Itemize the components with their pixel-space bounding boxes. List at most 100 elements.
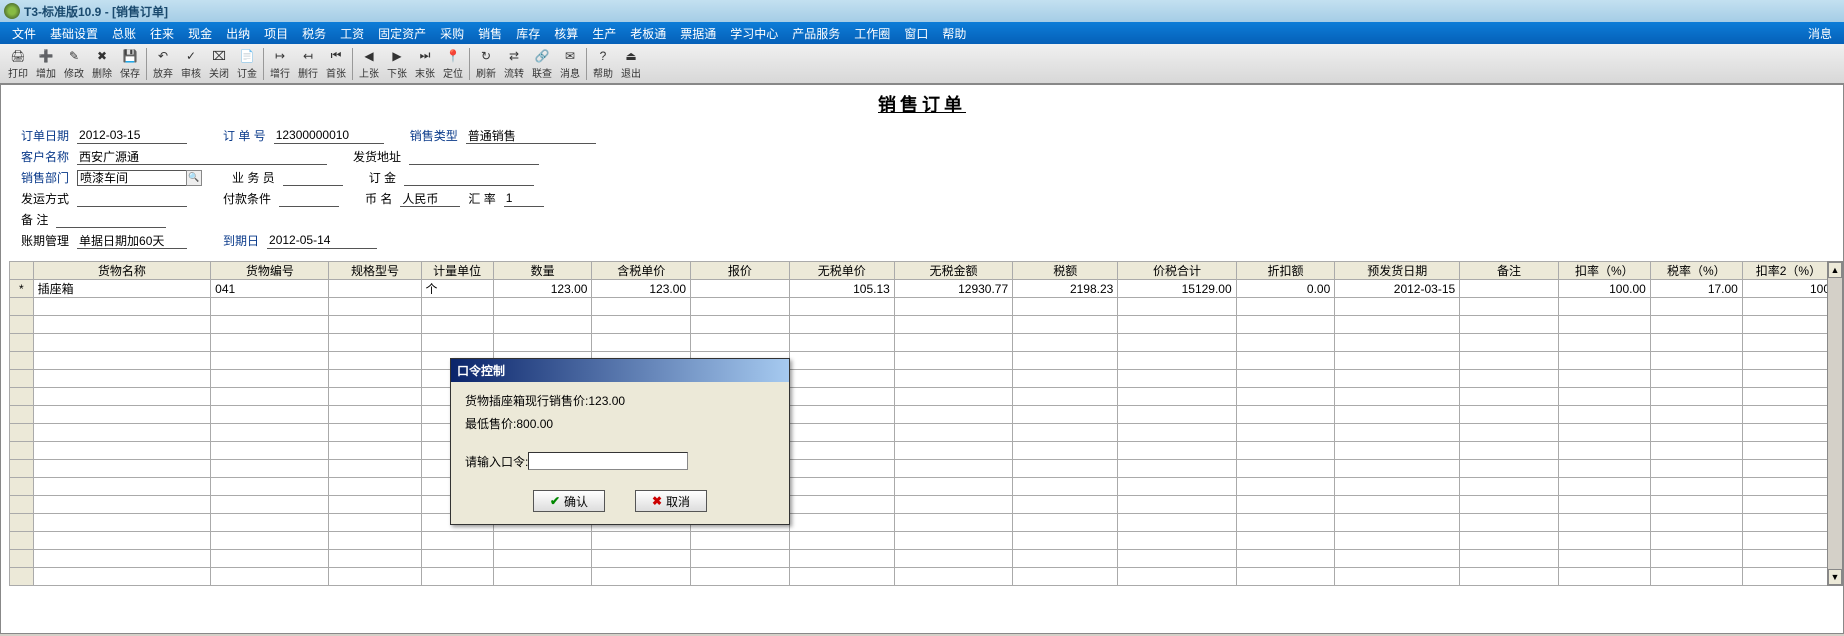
menu-item-4[interactable]: 现金 bbox=[182, 23, 218, 44]
grid-cell[interactable] bbox=[789, 442, 894, 460]
grid-cell[interactable] bbox=[1013, 334, 1118, 352]
grid-cell[interactable] bbox=[211, 550, 329, 568]
ok-button[interactable]: ✔确认 bbox=[533, 490, 605, 512]
grid-cell[interactable] bbox=[1236, 388, 1335, 406]
grid-cell[interactable] bbox=[691, 334, 790, 352]
grid-cell[interactable] bbox=[789, 406, 894, 424]
grid-cell[interactable] bbox=[1650, 568, 1742, 586]
grid-cell[interactable] bbox=[789, 478, 894, 496]
grid-cell[interactable] bbox=[1558, 568, 1650, 586]
tool-修改[interactable]: ✎修改 bbox=[60, 46, 88, 82]
grid-cell[interactable] bbox=[33, 370, 211, 388]
grid-cell[interactable] bbox=[1650, 514, 1742, 532]
grid-cell[interactable] bbox=[1013, 298, 1118, 316]
grid-cell[interactable] bbox=[1236, 424, 1335, 442]
table-row[interactable] bbox=[10, 514, 1835, 532]
table-row[interactable] bbox=[10, 460, 1835, 478]
grid-cell[interactable] bbox=[1335, 424, 1460, 442]
tool-关闭[interactable]: ⌧关闭 bbox=[205, 46, 233, 82]
grid-cell[interactable]: 100.00 bbox=[1558, 280, 1650, 298]
grid-cell[interactable] bbox=[1013, 568, 1118, 586]
grid-cell[interactable] bbox=[1013, 442, 1118, 460]
grid-cell[interactable] bbox=[33, 568, 211, 586]
grid-cell[interactable] bbox=[592, 568, 691, 586]
table-row[interactable]: *插座箱041个123.00123.00105.1312930.772198.2… bbox=[10, 280, 1835, 298]
grid-cell[interactable] bbox=[894, 406, 1012, 424]
tool-保存[interactable]: 💾保存 bbox=[116, 46, 144, 82]
grid-header[interactable]: 无税单价 bbox=[789, 262, 894, 280]
grid-cell[interactable] bbox=[1335, 442, 1460, 460]
grid-cell[interactable] bbox=[329, 280, 421, 298]
grid-cell[interactable] bbox=[1118, 532, 1236, 550]
grid-header[interactable]: 货物名称 bbox=[33, 262, 211, 280]
grid-cell[interactable] bbox=[1460, 280, 1559, 298]
customer-input[interactable] bbox=[77, 149, 327, 165]
menu-item-8[interactable]: 工资 bbox=[334, 23, 370, 44]
grid-cell[interactable] bbox=[329, 406, 421, 424]
tool-增行[interactable]: ↦增行 bbox=[266, 46, 294, 82]
scroll-down-icon[interactable]: ▼ bbox=[1828, 569, 1842, 585]
grid-cell[interactable] bbox=[211, 442, 329, 460]
grid-cell[interactable] bbox=[1742, 388, 1834, 406]
grid-cell[interactable]: 105.13 bbox=[789, 280, 894, 298]
grid-cell[interactable]: 0.00 bbox=[1236, 280, 1335, 298]
menu-item-14[interactable]: 生产 bbox=[586, 23, 622, 44]
menu-item-9[interactable]: 固定资产 bbox=[372, 23, 432, 44]
grid-cell[interactable] bbox=[421, 532, 493, 550]
grid-cell[interactable] bbox=[1013, 478, 1118, 496]
grid-cell[interactable] bbox=[1742, 568, 1834, 586]
grid-cell[interactable] bbox=[1742, 406, 1834, 424]
grid-cell[interactable] bbox=[1335, 532, 1460, 550]
grid-cell[interactable] bbox=[1650, 352, 1742, 370]
grid-cell[interactable] bbox=[592, 334, 691, 352]
grid-cell[interactable] bbox=[1460, 550, 1559, 568]
grid-header[interactable]: 无税金额 bbox=[894, 262, 1012, 280]
grid-cell[interactable] bbox=[789, 352, 894, 370]
grid-cell[interactable] bbox=[1118, 298, 1236, 316]
grid-cell[interactable] bbox=[1236, 460, 1335, 478]
grid-cell[interactable] bbox=[894, 316, 1012, 334]
grid-cell[interactable] bbox=[211, 388, 329, 406]
scroll-up-icon[interactable]: ▲ bbox=[1828, 262, 1842, 278]
grid-cell[interactable] bbox=[1013, 550, 1118, 568]
grid-cell[interactable] bbox=[1013, 406, 1118, 424]
grid-cell[interactable] bbox=[211, 532, 329, 550]
grid-cell[interactable] bbox=[1013, 388, 1118, 406]
grid-cell[interactable] bbox=[1013, 352, 1118, 370]
grid-cell[interactable] bbox=[1558, 298, 1650, 316]
grid-cell[interactable] bbox=[1460, 514, 1559, 532]
menu-item-16[interactable]: 票据通 bbox=[674, 23, 722, 44]
table-row[interactable] bbox=[10, 298, 1835, 316]
grid-cell[interactable] bbox=[1013, 514, 1118, 532]
grid-cell[interactable] bbox=[33, 478, 211, 496]
remark-input[interactable] bbox=[56, 212, 166, 228]
grid-cell[interactable] bbox=[493, 316, 592, 334]
grid-cell[interactable] bbox=[1558, 370, 1650, 388]
grid-cell[interactable] bbox=[789, 532, 894, 550]
menu-item-6[interactable]: 项目 bbox=[258, 23, 294, 44]
table-row[interactable] bbox=[10, 388, 1835, 406]
grid-cell[interactable] bbox=[592, 316, 691, 334]
tool-退出[interactable]: ⏏退出 bbox=[617, 46, 645, 82]
grid-cell[interactable] bbox=[691, 568, 790, 586]
grid-cell[interactable] bbox=[211, 406, 329, 424]
grid-cell[interactable] bbox=[1236, 370, 1335, 388]
grid-cell[interactable] bbox=[789, 496, 894, 514]
tool-首张[interactable]: ⏮首张 bbox=[322, 46, 350, 82]
grid-cell[interactable] bbox=[1558, 316, 1650, 334]
grid-cell[interactable] bbox=[1650, 478, 1742, 496]
grid-cell[interactable] bbox=[691, 550, 790, 568]
ship-mode-input[interactable] bbox=[77, 191, 187, 207]
grid-cell[interactable] bbox=[1118, 334, 1236, 352]
menu-item-21[interactable]: 帮助 bbox=[936, 23, 972, 44]
tool-放弃[interactable]: ↶放弃 bbox=[149, 46, 177, 82]
grid-cell[interactable] bbox=[329, 298, 421, 316]
grid-cell[interactable] bbox=[1558, 334, 1650, 352]
grid-cell[interactable] bbox=[1236, 352, 1335, 370]
grid-cell[interactable] bbox=[1335, 298, 1460, 316]
grid-cell[interactable] bbox=[1013, 316, 1118, 334]
grid-cell[interactable] bbox=[894, 514, 1012, 532]
grid-cell[interactable] bbox=[789, 514, 894, 532]
grid-cell[interactable] bbox=[493, 334, 592, 352]
grid-cell[interactable]: 123.00 bbox=[592, 280, 691, 298]
